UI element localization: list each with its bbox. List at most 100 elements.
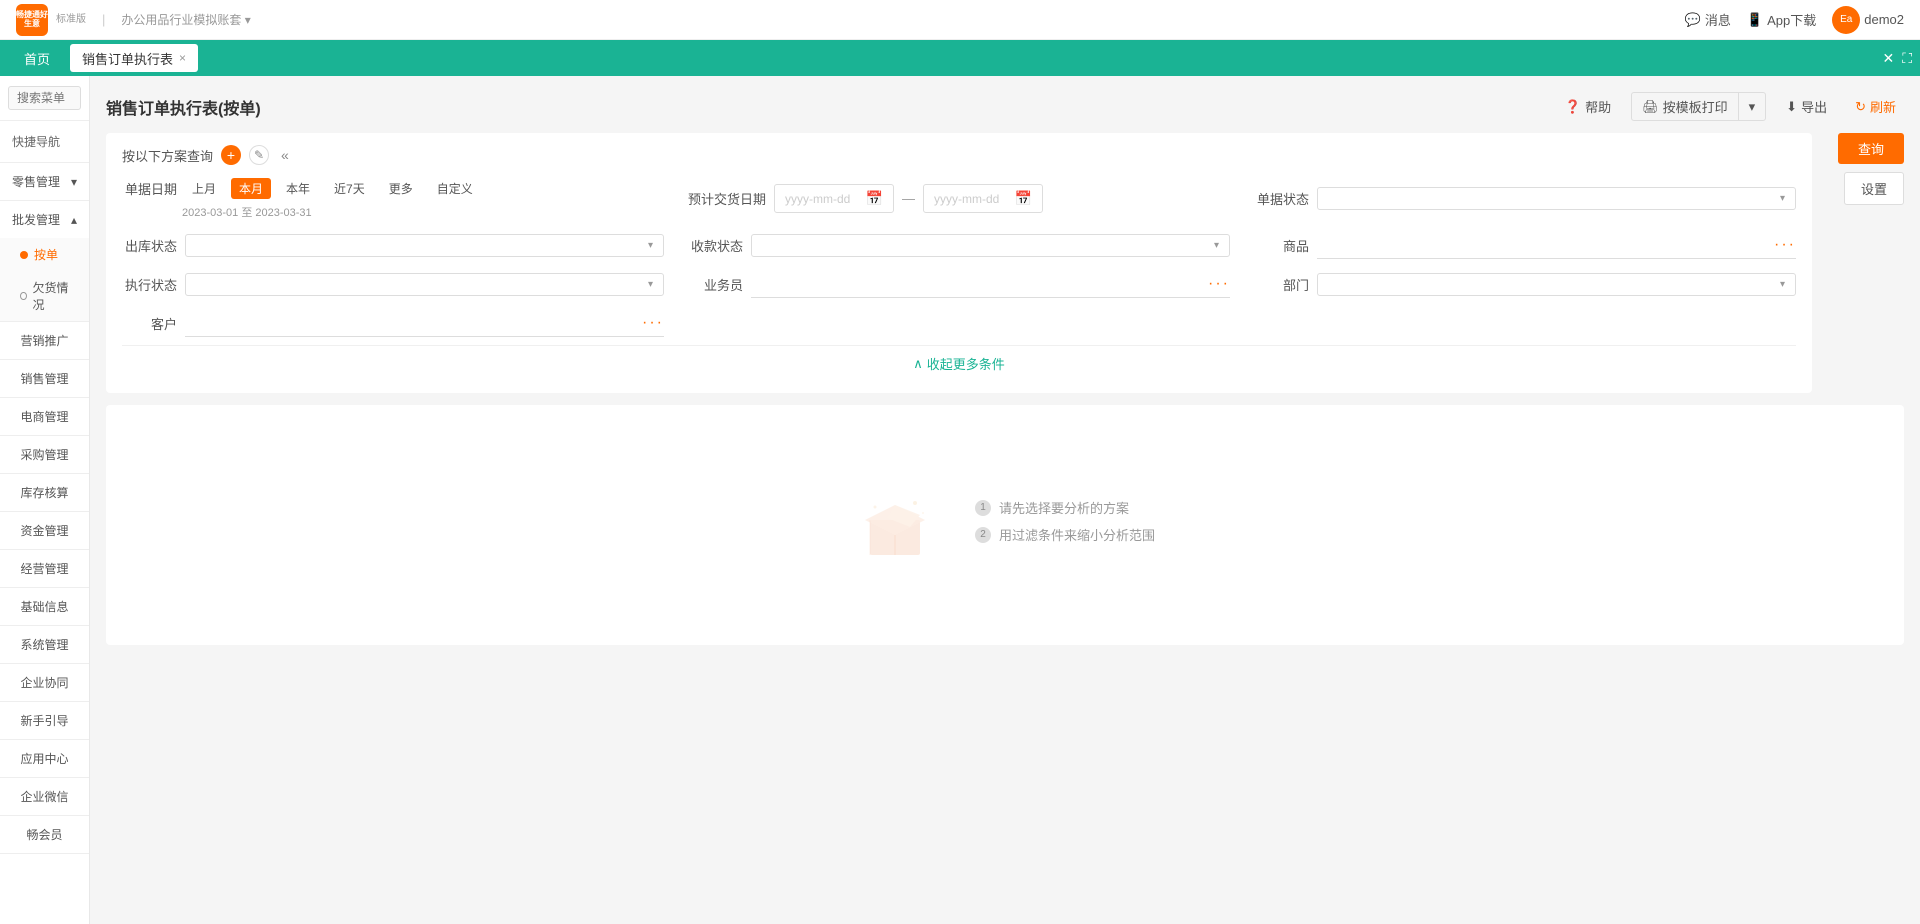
date-custom-btn[interactable]: 自定义 [428,177,482,200]
sidebar-subitem-byjob[interactable]: 按单 [0,238,89,271]
outbound-status-select[interactable]: ▾ [185,234,664,257]
active-dot-icon [20,251,28,259]
sidebar-item-quicknav[interactable]: 快捷导航 [0,129,89,154]
search-input[interactable] [8,86,81,110]
sidebar-section-sales: 销售管理 [0,360,89,398]
expected-date-to-input[interactable]: yyyy-mm-dd 📅 [923,184,1043,213]
date-7days-btn[interactable]: 近7天 [325,177,374,200]
expected-date-from-input[interactable]: yyyy-mm-dd 📅 [774,184,894,213]
sidebar-item-ecommerce[interactable]: 电商管理 [0,398,89,435]
empty-illustration [855,485,935,565]
date-this-year-btn[interactable]: 本年 [277,177,319,200]
tab-sales-order[interactable]: 销售订单执行表 × [70,44,198,72]
inactive-dot-icon [20,292,27,300]
app-download-btn[interactable]: 📱 App下载 [1747,10,1816,29]
calendar-icon: 📅 [866,190,883,207]
sidebar-item-retail[interactable]: 零售管理 ▾ [0,163,89,200]
template-print-btn[interactable]: 🖨 按模板打印 [1632,93,1739,120]
order-status-select[interactable]: ▾ [1317,187,1796,210]
sidebar-section-member: 畅会员 [0,816,89,854]
sidebar-item-finance[interactable]: 资金管理 [0,512,89,549]
sidebar-item-enterprise[interactable]: 企业协同 [0,664,89,701]
tab-home[interactable]: 首页 [8,44,66,72]
sidebar-item-wechat[interactable]: 企业微信 [0,778,89,815]
collapse-icon: ∧ [913,356,923,372]
chevron-down-icon: ▾ [1749,99,1756,115]
content-area: 销售订单执行表(按单) ❓ 帮助 🖨 按模板打印 ▾ ⬇ [90,76,1920,924]
date-this-month-btn[interactable]: 本月 [231,178,271,199]
filter-cell-customer: 客户 ··· [122,310,664,337]
sidebar-item-inventory[interactable]: 库存核算 [0,474,89,511]
query-btn[interactable]: 查询 [1838,133,1904,164]
sidebar-item-marketing[interactable]: 营销推广 [0,322,89,359]
tabbar-actions: ✕ ⛶ [1882,50,1912,67]
sidebar-item-wholesale[interactable]: 批发管理 ▴ [0,201,89,238]
sidebar-item-operations[interactable]: 经营管理 [0,550,89,587]
sidebar-item-sales[interactable]: 销售管理 [0,360,89,397]
exec-status-select[interactable]: ▾ [185,273,664,296]
close-window-btn[interactable]: ✕ [1882,50,1894,67]
sidebar-section-system: 系统管理 [0,626,89,664]
collapse-more-btn[interactable]: ∧ 收起更多条件 [122,345,1796,381]
date-last-month-btn[interactable]: 上月 [183,177,225,200]
sidebar-section-tutorial: 新手引导 [0,702,89,740]
sidebar-section-inventory: 库存核算 [0,474,89,512]
sidebar-item-tutorial[interactable]: 新手引导 [0,702,89,739]
export-btn[interactable]: ⬇ 导出 [1778,93,1835,120]
filter-cell-date: 单据日期 上月 本月 本年 近7天 更多 自定义 2023-03-01 至 20… [122,177,664,220]
step-2-icon: 2 [975,527,991,543]
user-avatar-area[interactable]: Ea demo2 [1832,6,1904,34]
export-icon: ⬇ [1786,99,1797,115]
help-btn[interactable]: ❓ 帮助 [1557,93,1619,120]
page-title: 销售订单执行表(按单) [106,95,261,119]
filter-cell-salesperson: 业务员 ··· [688,271,1230,298]
sidebar-section-finance: 资金管理 [0,512,89,550]
topbar: 畅捷通好生意 标准版 | 办公用品行业模拟账套 ▾ 💬 消息 📱 App下载 E… [0,0,1920,40]
query-settings-panel: 查询 设置 [1824,133,1904,205]
filter-row-1: 单据日期 上月 本月 本年 近7天 更多 自定义 2023-03-01 至 20… [122,177,1796,220]
refresh-btn[interactable]: ↻ 刷新 [1847,93,1904,120]
filter-panel-header: 按以下方案查询 + ✎ « [122,145,1796,165]
sidebar: 快捷导航 零售管理 ▾ 批发管理 ▴ 按单 欠货情况 [0,76,90,924]
empty-state: 1 请先选择要分析的方案 2 用过滤条件来缩小分析范围 [106,405,1904,645]
maximize-btn[interactable]: ⛶ [1902,50,1912,67]
sidebar-subitem-backorder[interactable]: 欠货情况 [0,271,89,321]
product-more-btn[interactable]: ··· [1774,236,1796,254]
sidebar-section-enterprise: 企业协同 [0,664,89,702]
sidebar-item-system[interactable]: 系统管理 [0,626,89,663]
customer-more-btn[interactable]: ··· [642,314,664,332]
message-btn[interactable]: 💬 消息 [1685,10,1731,29]
filter-add-btn[interactable]: + [221,145,241,165]
sidebar-item-appcenter[interactable]: 应用中心 [0,740,89,777]
template-print-group: 🖨 按模板打印 ▾ [1631,92,1766,121]
date-more-btn[interactable]: 更多 [380,177,422,200]
product-input-area: ··· [1317,232,1796,259]
sidebar-section-ecommerce: 电商管理 [0,398,89,436]
page-header: 销售订单执行表(按单) ❓ 帮助 🖨 按模板打印 ▾ ⬇ [106,92,1904,121]
dept-select[interactable]: ▾ [1317,273,1796,296]
tab-close-btn[interactable]: × [179,51,186,65]
template-print-arrow-btn[interactable]: ▾ [1739,95,1766,119]
sidebar-section-marketing: 营销推广 [0,322,89,360]
app-logo: 畅捷通好生意 [16,4,48,36]
avatar: Ea [1832,6,1860,34]
sidebar-item-member[interactable]: 畅会员 [0,816,89,853]
top-menu[interactable]: 办公用品行业模拟账套 ▾ [121,11,250,28]
settings-btn[interactable]: 设置 [1844,172,1904,205]
receipt-status-select[interactable]: ▾ [751,234,1230,257]
message-icon: 💬 [1685,12,1701,28]
empty-state-content: 1 请先选择要分析的方案 2 用过滤条件来缩小分析范围 [855,485,1155,565]
exec-chevron: ▾ [648,279,653,290]
filter-collapse-btn[interactable]: « [281,147,289,163]
order-status-chevron: ▾ [1780,193,1785,204]
filter-row-2: 出库状态 ▾ 收款状态 ▾ [122,232,1796,259]
help-icon: ❓ [1565,99,1581,115]
salesperson-more-btn[interactable]: ··· [1208,275,1230,293]
sidebar-item-purchase[interactable]: 采购管理 [0,436,89,473]
sidebar-item-basics[interactable]: 基础信息 [0,588,89,625]
sidebar-submenu-wholesale: 按单 欠货情况 [0,238,89,321]
tabbar: 首页 销售订单执行表 × ✕ ⛶ [0,40,1920,76]
date-separator: — [902,191,915,206]
sidebar-section-wholesale: 批发管理 ▴ 按单 欠货情况 [0,201,89,322]
filter-edit-btn[interactable]: ✎ [249,145,269,165]
